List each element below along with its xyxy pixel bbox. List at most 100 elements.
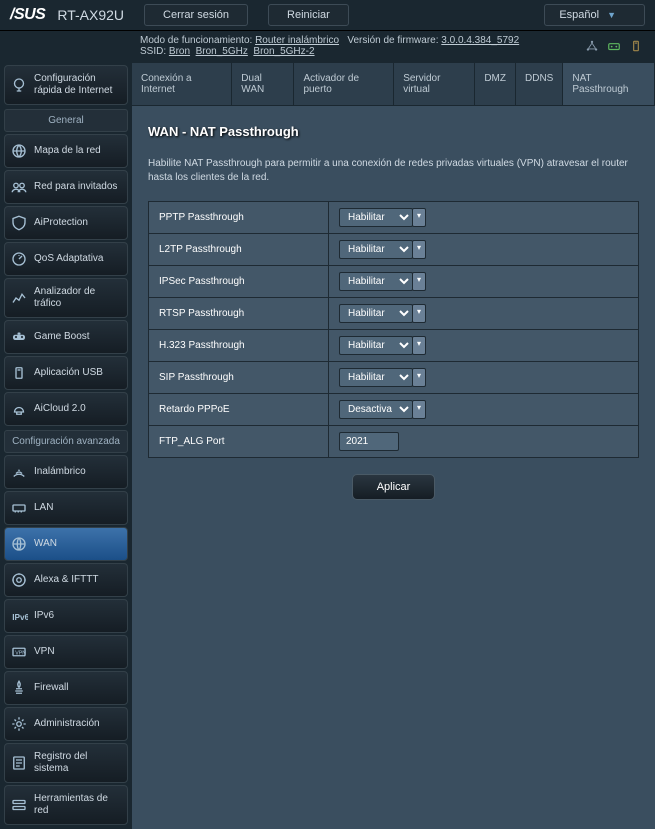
usb-icon: [10, 364, 28, 382]
setting-label: Retardo PPPoE: [149, 394, 329, 426]
sidebar-item-guest-network[interactable]: Red para invitados: [4, 170, 128, 204]
setting-label: PPTP Passthrough: [149, 202, 329, 234]
amazon-icon: [10, 571, 28, 589]
tab-activador-de-puerto[interactable]: Activador de puerto: [294, 63, 394, 105]
sidebar-item-game-boost[interactable]: Game Boost: [4, 320, 128, 354]
sidebar-item-label: Registro del sistema: [34, 751, 122, 775]
brand-logo: /SUS RT-AX92U: [10, 6, 124, 24]
setting-label: RTSP Passthrough: [149, 298, 329, 330]
page-title: WAN - NAT Passthrough: [148, 124, 639, 139]
globe-icon: [10, 535, 28, 553]
ethernet-icon: [10, 499, 28, 517]
sidebar-item-wan[interactable]: WAN: [4, 527, 128, 561]
sidebar-item-firewall[interactable]: Firewall: [4, 671, 128, 705]
sidebar-item-net-tools[interactable]: Herramientas de red: [4, 785, 128, 825]
sidebar-item-label: Red para invitados: [34, 181, 117, 193]
sidebar-item-label: Alexa & IFTTT: [34, 574, 98, 586]
chevron-down-icon: ▾: [412, 336, 426, 355]
chevron-down-icon: ▾: [412, 304, 426, 323]
chevron-down-icon: ▼: [607, 10, 616, 20]
sidebar-item-label: Mapa de la red: [34, 145, 101, 157]
gear-icon: [10, 715, 28, 733]
gauge-icon: [10, 250, 28, 268]
sidebar-item-wireless[interactable]: Inalámbrico: [4, 455, 128, 489]
svg-text:IPv6: IPv6: [12, 613, 28, 622]
tab-nat-passthrough[interactable]: NAT Passthrough: [563, 63, 655, 105]
ssid-link-2[interactable]: Bron_5GHz: [196, 46, 248, 57]
sidebar-item-label: VPN: [34, 646, 55, 658]
setting-label: L2TP Passthrough: [149, 234, 329, 266]
setting-select-5[interactable]: Habilitar: [339, 368, 413, 387]
tab-servidor-virtual[interactable]: Servidor virtual: [394, 63, 475, 105]
tools-icon: [10, 796, 28, 814]
sidebar-item-label: Inalámbrico: [34, 466, 86, 478]
sidebar-section-general: General: [4, 109, 128, 132]
sidebar-item-label: AiProtection: [34, 217, 88, 229]
chart-icon: [10, 289, 28, 307]
sidebar-item-aicloud[interactable]: AiCloud 2.0: [4, 392, 128, 426]
sidebar-item-aiprotection[interactable]: AiProtection: [4, 206, 128, 240]
setting-select-1[interactable]: Habilitar: [339, 240, 413, 259]
ipv6-icon: IPv6: [10, 607, 28, 625]
sidebar-item-syslog[interactable]: Registro del sistema: [4, 743, 128, 783]
sidebar-item-label: QoS Adaptativa: [34, 253, 104, 265]
sidebar-item-label: Firewall: [34, 682, 68, 694]
globe-icon: [10, 142, 28, 160]
firmware-link[interactable]: 3.0.0.4.384_5792: [441, 35, 519, 46]
sidebar-item-label: Administración: [34, 718, 100, 730]
sidebar-quick-setup[interactable]: Configuración rápida de Internet: [4, 65, 128, 105]
mesh-icon[interactable]: [585, 39, 599, 53]
sidebar-item-label: Analizador de tráfico: [34, 286, 122, 310]
sidebar-item-traffic-analyzer[interactable]: Analizador de tráfico: [4, 278, 128, 318]
sidebar-section-advanced: Configuración avanzada: [4, 430, 128, 453]
reboot-button[interactable]: Reiniciar: [268, 4, 349, 26]
ssid-link-3[interactable]: Bron_5GHz-2: [253, 46, 314, 57]
sidebar-item-label: LAN: [34, 502, 53, 514]
setting-select-4[interactable]: Habilitar: [339, 336, 413, 355]
ssid-link-1[interactable]: Bron: [169, 46, 190, 57]
sidebar-item-label: Game Boost: [34, 331, 90, 343]
sidebar-item-label: Herramientas de red: [34, 793, 122, 817]
sidebar-item-network-map[interactable]: Mapa de la red: [4, 134, 128, 168]
tab-dual-wan[interactable]: Dual WAN: [232, 63, 294, 105]
mode-link[interactable]: Router inalámbrico: [255, 35, 339, 46]
logout-button[interactable]: Cerrar sesión: [144, 4, 248, 26]
setting-label: IPSec Passthrough: [149, 266, 329, 298]
tab-dmz[interactable]: DMZ: [475, 63, 516, 105]
chevron-down-icon: ▾: [412, 368, 426, 387]
sidebar-item-label: IPv6: [34, 610, 54, 622]
setting-select-3[interactable]: Habilitar: [339, 304, 413, 323]
language-select[interactable]: Español▼: [544, 4, 645, 26]
network-status-icon[interactable]: [607, 39, 621, 53]
ftp-port-input[interactable]: [339, 432, 399, 451]
sidebar-item-adaptive-qos[interactable]: QoS Adaptativa: [4, 242, 128, 276]
chevron-down-icon: ▾: [412, 208, 426, 227]
sidebar-item-ipv6[interactable]: IPv6 IPv6: [4, 599, 128, 633]
cloud-icon: [10, 400, 28, 418]
setting-label: H.323 Passthrough: [149, 330, 329, 362]
setting-select-2[interactable]: Habilitar: [339, 272, 413, 291]
sidebar-item-vpn[interactable]: VPN VPN: [4, 635, 128, 669]
setting-label: SIP Passthrough: [149, 362, 329, 394]
usb-status-icon[interactable]: [629, 39, 643, 53]
log-icon: [10, 754, 28, 772]
sidebar-item-label: WAN: [34, 538, 57, 550]
sidebar-item-usb-app[interactable]: Aplicación USB: [4, 356, 128, 390]
shield-icon: [10, 214, 28, 232]
users-icon: [10, 178, 28, 196]
sidebar-item-alexa-ifttt[interactable]: Alexa & IFTTT: [4, 563, 128, 597]
apply-button[interactable]: Aplicar: [352, 474, 436, 500]
chevron-down-icon: ▾: [412, 272, 426, 291]
page-description: Habilite NAT Passthrough para permitir a…: [148, 157, 639, 185]
wifi-icon: [10, 463, 28, 481]
chevron-down-icon: ▾: [412, 400, 426, 419]
tab-ddns[interactable]: DDNS: [516, 63, 563, 105]
setting-select-0[interactable]: Habilitar: [339, 208, 413, 227]
firewall-icon: [10, 679, 28, 697]
chevron-down-icon: ▾: [412, 240, 426, 259]
tab-conexión-a-internet[interactable]: Conexión a Internet: [132, 63, 232, 105]
setting-select-6[interactable]: Desactivar: [339, 400, 413, 419]
sidebar-item-lan[interactable]: LAN: [4, 491, 128, 525]
sidebar-item-admin[interactable]: Administración: [4, 707, 128, 741]
vpn-icon: VPN: [10, 643, 28, 661]
